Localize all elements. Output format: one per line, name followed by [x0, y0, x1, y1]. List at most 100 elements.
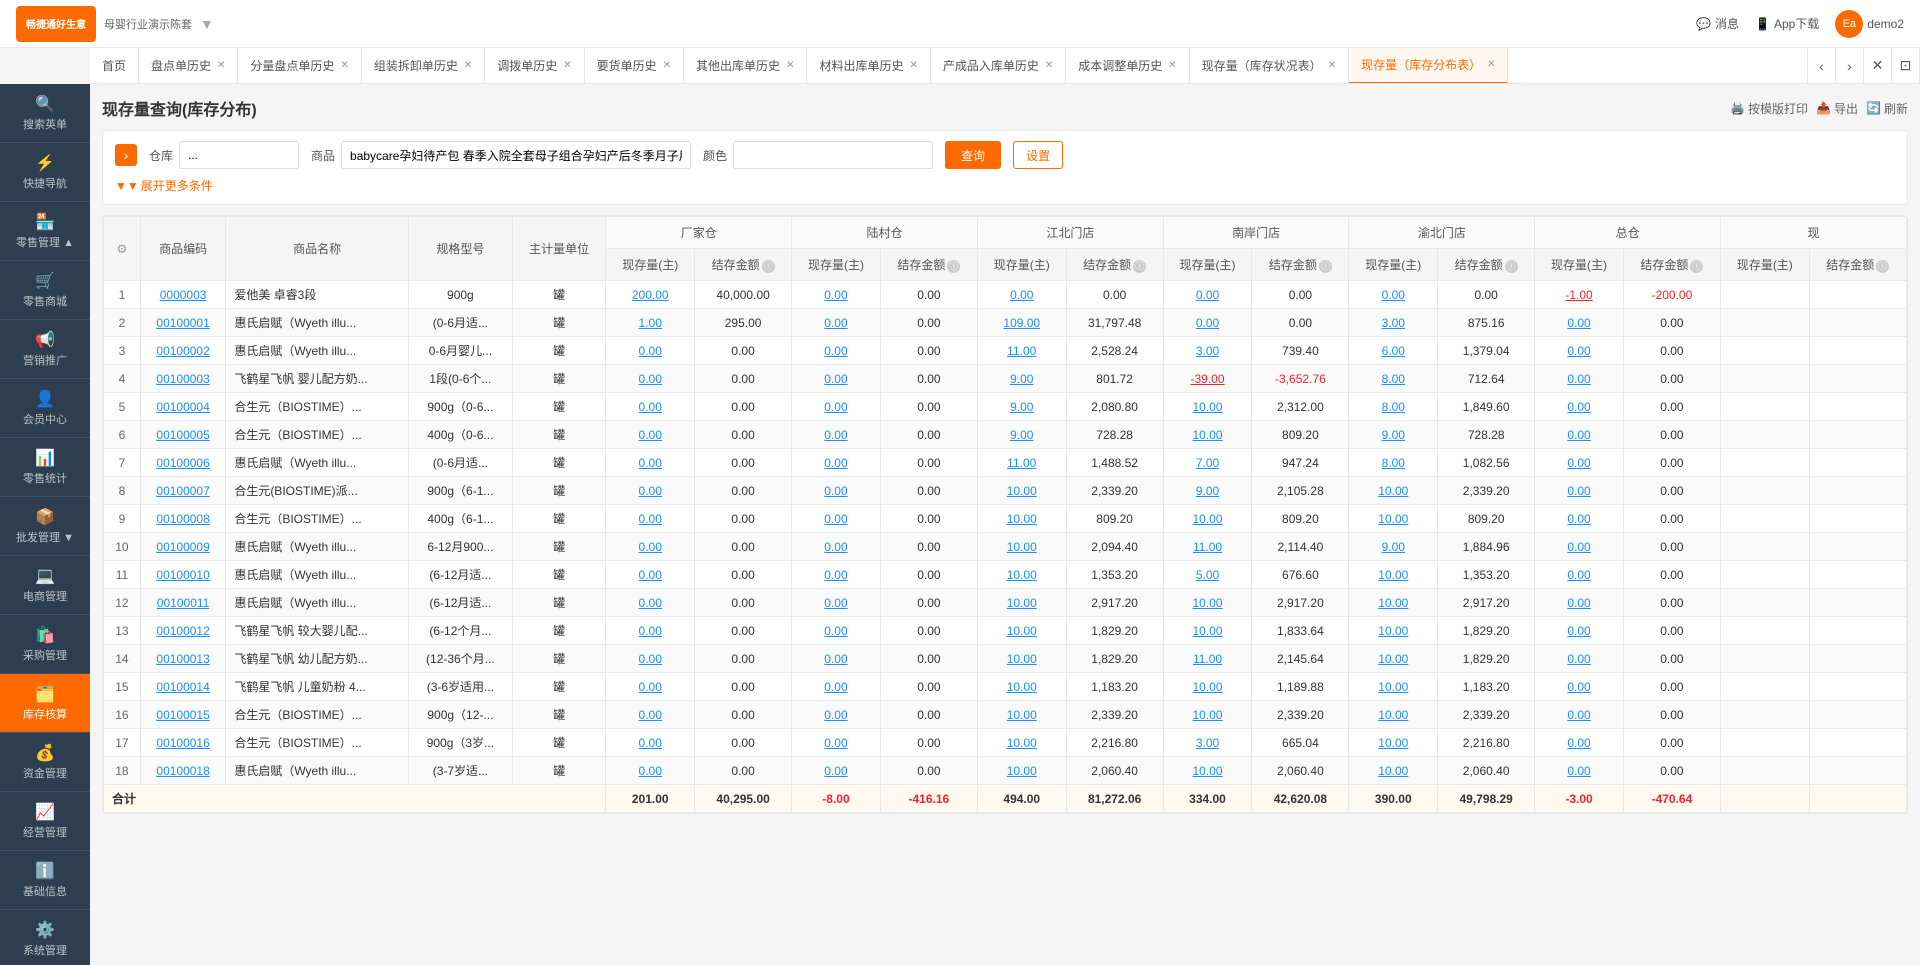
yubei-stock[interactable]: 10.00 [1349, 589, 1438, 617]
yubei-stock[interactable]: 0.00 [1349, 281, 1438, 309]
sidebar-item-operations[interactable]: 📈 经营管理 [0, 792, 90, 851]
factory-stock[interactable]: 200.00 [606, 281, 695, 309]
message-btn[interactable]: 💬 消息 [1696, 15, 1739, 32]
yubei-stock[interactable]: 3.00 [1349, 309, 1438, 337]
info-icon[interactable]: ⓘ [947, 260, 960, 273]
luji-stock[interactable]: 0.00 [792, 673, 881, 701]
col-gear[interactable]: ⚙ [104, 217, 141, 281]
total-stock[interactable]: 0.00 [1535, 477, 1624, 505]
product-code[interactable]: 00100011 [140, 589, 225, 617]
product-code[interactable]: 00100015 [140, 701, 225, 729]
jiangbei-stock[interactable]: 9.00 [977, 421, 1066, 449]
tab-cost-adjust[interactable]: 成本调整单历史 ✕ [1066, 48, 1189, 84]
total-stock[interactable]: 0.00 [1535, 673, 1624, 701]
total-stock[interactable]: 0.00 [1535, 701, 1624, 729]
luji-stock[interactable]: 0.00 [792, 645, 881, 673]
luji-stock[interactable]: 0.00 [792, 449, 881, 477]
nangan-stock[interactable]: 3.00 [1163, 337, 1252, 365]
factory-stock[interactable]: 0.00 [606, 617, 695, 645]
factory-stock[interactable]: 0.00 [606, 505, 695, 533]
close-icon[interactable]: ✕ [1045, 60, 1053, 71]
close-icon[interactable]: ✕ [563, 60, 571, 71]
luji-stock[interactable]: 0.00 [792, 533, 881, 561]
luji-stock[interactable]: 0.00 [792, 365, 881, 393]
luji-stock[interactable]: 0.00 [792, 505, 881, 533]
nangan-stock[interactable]: 10.00 [1163, 421, 1252, 449]
close-icon[interactable]: ✕ [464, 60, 472, 71]
product-code[interactable]: 00100006 [140, 449, 225, 477]
product-code[interactable]: 00100008 [140, 505, 225, 533]
nangan-stock[interactable]: 10.00 [1163, 701, 1252, 729]
sidebar-item-member[interactable]: 👤 会员中心 [0, 379, 90, 438]
sidebar-item-ecommerce[interactable]: 💻 电商管理 [0, 556, 90, 615]
factory-stock[interactable]: 0.00 [606, 393, 695, 421]
close-icon[interactable]: ✕ [663, 60, 671, 71]
luji-stock[interactable]: 0.00 [792, 421, 881, 449]
info-icon[interactable]: ⓘ [762, 260, 775, 273]
nangan-stock[interactable]: 3.00 [1163, 729, 1252, 757]
total-stock[interactable]: 0.00 [1535, 617, 1624, 645]
warehouse-input[interactable] [179, 141, 299, 169]
jiangbei-stock[interactable]: 11.00 [977, 337, 1066, 365]
product-code[interactable]: 00100010 [140, 561, 225, 589]
luji-stock[interactable]: 0.00 [792, 589, 881, 617]
query-button[interactable]: 查询 [945, 141, 1001, 169]
tab-home[interactable]: 首页 [90, 48, 139, 84]
total-stock[interactable]: 0.00 [1535, 645, 1624, 673]
luji-stock[interactable]: 0.00 [792, 701, 881, 729]
factory-stock[interactable]: 0.00 [606, 673, 695, 701]
product-code[interactable]: 00100007 [140, 477, 225, 505]
product-code[interactable]: 00100014 [140, 673, 225, 701]
product-code[interactable]: 00100018 [140, 757, 225, 785]
factory-stock[interactable]: 0.00 [606, 729, 695, 757]
nangan-stock[interactable]: 10.00 [1163, 673, 1252, 701]
luji-stock[interactable]: 0.00 [792, 561, 881, 589]
info-icon[interactable]: ⓘ [1690, 260, 1703, 273]
factory-stock[interactable]: 0.00 [606, 337, 695, 365]
setting-button[interactable]: 设置 [1013, 141, 1063, 169]
goods-input[interactable] [341, 141, 691, 169]
sidebar-item-system[interactable]: ⚙️ 系统管理 [0, 910, 90, 965]
jiangbei-stock[interactable]: 10.00 [977, 533, 1066, 561]
yubei-stock[interactable]: 10.00 [1349, 729, 1438, 757]
sidebar-item-basic-info[interactable]: ℹ️ 基础信息 [0, 851, 90, 910]
info-icon[interactable]: ⓘ [1876, 260, 1889, 273]
export-btn[interactable]: 📤 导出 [1816, 100, 1858, 117]
close-icon[interactable]: ✕ [217, 60, 225, 71]
factory-stock[interactable]: 0.00 [606, 561, 695, 589]
print-btn[interactable]: 🖨️ 按模版打印 [1730, 100, 1808, 117]
close-icon[interactable]: ✕ [909, 60, 917, 71]
tab-current-stock-status[interactable]: 现存量（库存状况表） ✕ [1190, 48, 1349, 84]
product-code[interactable]: 00100013 [140, 645, 225, 673]
nangan-stock[interactable]: 9.00 [1163, 477, 1252, 505]
total-stock[interactable]: 0.00 [1535, 533, 1624, 561]
close-icon[interactable]: ✕ [1168, 60, 1176, 71]
total-stock[interactable]: 0.00 [1535, 309, 1624, 337]
factory-stock[interactable]: 0.00 [606, 365, 695, 393]
nangan-stock[interactable]: 10.00 [1163, 617, 1252, 645]
yubei-stock[interactable]: 9.00 [1349, 421, 1438, 449]
tab-prev-btn[interactable]: ‹ [1808, 48, 1836, 84]
factory-stock[interactable]: 0.00 [606, 701, 695, 729]
sidebar-item-quicknav[interactable]: ⚡ 快捷导航 [0, 143, 90, 202]
nangan-stock[interactable]: 10.00 [1163, 393, 1252, 421]
total-stock[interactable]: 0.00 [1535, 337, 1624, 365]
total-stock[interactable]: 0.00 [1535, 393, 1624, 421]
factory-stock[interactable]: 0.00 [606, 757, 695, 785]
yubei-stock[interactable]: 10.00 [1349, 645, 1438, 673]
tab-material-outbound[interactable]: 材料出库单历史 ✕ [807, 48, 930, 84]
tab-inventory-check[interactable]: 盘点单历史 ✕ [139, 48, 238, 84]
collapse-btn[interactable]: › [115, 144, 137, 166]
product-code[interactable]: 00100005 [140, 421, 225, 449]
factory-stock[interactable]: 0.00 [606, 645, 695, 673]
jiangbei-stock[interactable]: 10.00 [977, 729, 1066, 757]
luji-stock[interactable]: 0.00 [792, 281, 881, 309]
product-code[interactable]: 00100012 [140, 617, 225, 645]
tab-transfer[interactable]: 调拨单历史 ✕ [485, 48, 584, 84]
nangan-stock[interactable]: 0.00 [1163, 309, 1252, 337]
product-code[interactable]: 00100004 [140, 393, 225, 421]
product-code[interactable]: 00100016 [140, 729, 225, 757]
yubei-stock[interactable]: 10.00 [1349, 673, 1438, 701]
jiangbei-stock[interactable]: 9.00 [977, 393, 1066, 421]
sidebar-item-retail-mall[interactable]: 🛒 零售商城 [0, 261, 90, 320]
